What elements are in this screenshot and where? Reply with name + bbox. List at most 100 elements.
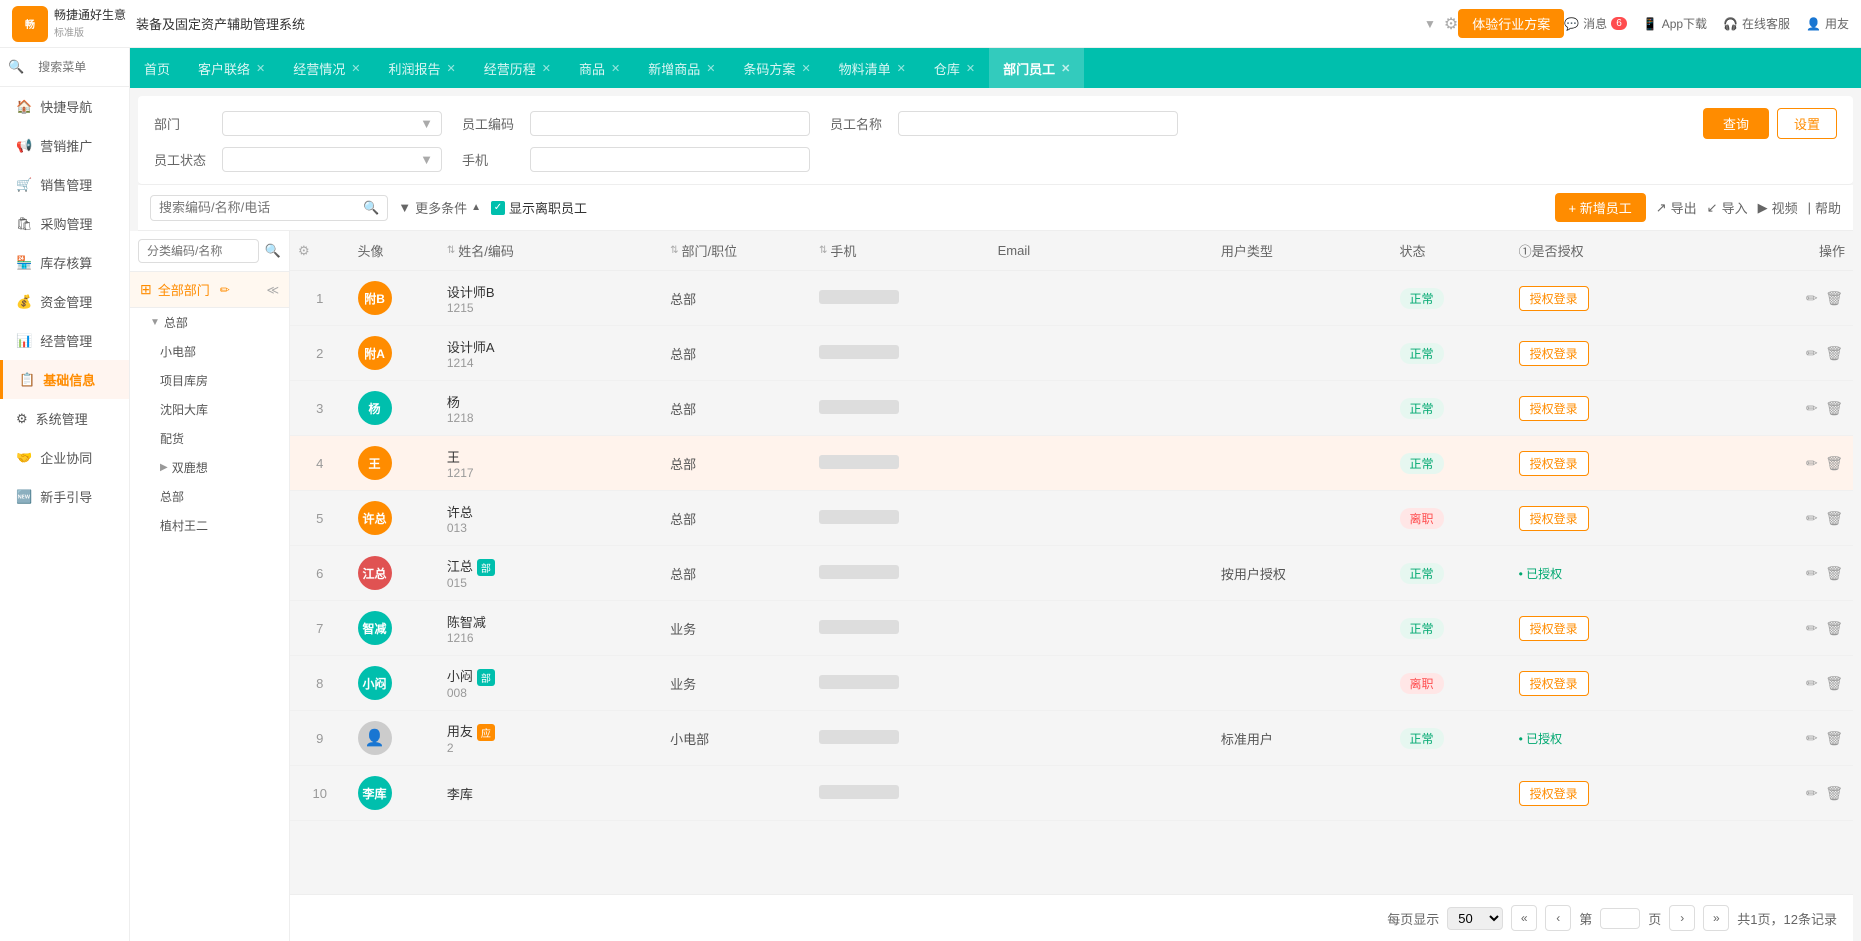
sidebar-item-operations[interactable]: 📊 经营管理 bbox=[0, 321, 129, 360]
tab-employees-close[interactable]: ✕ bbox=[1061, 62, 1070, 75]
dept-node-2[interactable]: 项目库房 bbox=[130, 366, 289, 395]
sidebar-item-collaboration[interactable]: 🤝 企业协同 bbox=[0, 438, 129, 477]
delete-button[interactable]: 🗑 bbox=[1825, 730, 1843, 746]
empname-input[interactable] bbox=[898, 111, 1178, 136]
delete-button[interactable]: 🗑 bbox=[1825, 565, 1843, 581]
auth-login-button[interactable]: 授权登录 bbox=[1519, 506, 1589, 531]
tab-add-goods[interactable]: 新增商品 ✕ bbox=[634, 48, 729, 88]
tab-warehouse[interactable]: 仓库 ✕ bbox=[920, 48, 989, 88]
delete-button[interactable]: 🗑 bbox=[1825, 785, 1843, 801]
sidebar-item-sales[interactable]: 🛒 销售管理 bbox=[0, 165, 129, 204]
dept-all-header[interactable]: ⊞ 全部部门 ✏ ≪ bbox=[130, 272, 289, 308]
tab-goods[interactable]: 商品 ✕ bbox=[565, 48, 634, 88]
dept-node-3[interactable]: 沈阳大库 bbox=[130, 395, 289, 424]
query-button[interactable]: 查询 bbox=[1703, 108, 1769, 139]
status-select[interactable]: ▼ bbox=[222, 147, 442, 172]
auth-login-button[interactable]: 授权登录 bbox=[1519, 341, 1589, 366]
user-button[interactable]: 👤 用友 bbox=[1806, 15, 1849, 32]
dept-node-6[interactable]: 总部 bbox=[130, 482, 289, 511]
more-filter-button[interactable]: ▼ 更多条件 ▲ bbox=[398, 198, 481, 217]
th-dept[interactable]: ⇅ 部门/职位 bbox=[662, 231, 811, 271]
edit-button[interactable]: ✏ bbox=[1806, 785, 1818, 801]
view-button[interactable]: ▶ 视频 bbox=[1758, 198, 1798, 217]
tab-operations-close[interactable]: ✕ bbox=[351, 62, 360, 75]
tab-customer-close[interactable]: ✕ bbox=[256, 62, 265, 75]
tab-barcode-close[interactable]: ✕ bbox=[801, 62, 810, 75]
dept-node-4[interactable]: 配货 bbox=[130, 424, 289, 453]
settings-icon[interactable]: ⚙ bbox=[1444, 14, 1458, 34]
phone-input[interactable] bbox=[530, 147, 810, 172]
delete-button[interactable]: 🗑 bbox=[1825, 675, 1843, 691]
tab-bom[interactable]: 物料清单 ✕ bbox=[825, 48, 920, 88]
edit-button[interactable]: ✏ bbox=[1806, 345, 1818, 361]
tab-profit-close[interactable]: ✕ bbox=[447, 62, 456, 75]
page-size-select[interactable]: 50 100 200 bbox=[1447, 907, 1503, 930]
sidebar-item-finance[interactable]: 💰 资金管理 bbox=[0, 282, 129, 321]
th-phone[interactable]: ⇅ 手机 bbox=[811, 231, 990, 271]
show-former-toggle[interactable]: ✓ 显示离职员工 bbox=[491, 198, 587, 217]
sidebar-item-quicknav[interactable]: 🏠 快捷导航 bbox=[0, 87, 129, 126]
experience-button[interactable]: 体验行业方案 bbox=[1458, 9, 1564, 38]
tab-goods-close[interactable]: ✕ bbox=[611, 62, 620, 75]
auth-login-button[interactable]: 授权登录 bbox=[1519, 671, 1589, 696]
delete-button[interactable]: 🗑 bbox=[1825, 290, 1843, 306]
help-button[interactable]: | 帮助 bbox=[1808, 198, 1841, 217]
delete-button[interactable]: 🗑 bbox=[1825, 455, 1843, 471]
edit-button[interactable]: ✏ bbox=[1806, 455, 1818, 471]
dept-node-5[interactable]: ▶ 双鹿想 bbox=[130, 453, 289, 482]
tab-bom-close[interactable]: ✕ bbox=[897, 62, 906, 75]
edit-button[interactable]: ✏ bbox=[1806, 730, 1818, 746]
dept-node-1[interactable]: 小电部 bbox=[130, 337, 289, 366]
tab-history[interactable]: 经营历程 ✕ bbox=[470, 48, 565, 88]
auth-login-button[interactable]: 授权登录 bbox=[1519, 396, 1589, 421]
sidebar-item-system[interactable]: ⚙ 系统管理 bbox=[0, 399, 129, 438]
sidebar-item-basicinfo[interactable]: 📋 基础信息 bbox=[0, 360, 129, 399]
delete-button[interactable]: 🗑 bbox=[1825, 620, 1843, 636]
edit-button[interactable]: ✏ bbox=[1806, 565, 1818, 581]
edit-button[interactable]: ✏ bbox=[1806, 400, 1818, 416]
auth-login-button[interactable]: 授权登录 bbox=[1519, 781, 1589, 806]
online-service-button[interactable]: 🎧 在线客服 bbox=[1723, 15, 1790, 32]
next-page-button[interactable]: › bbox=[1669, 905, 1695, 931]
tab-profit[interactable]: 利润报告 ✕ bbox=[374, 48, 469, 88]
dept-select[interactable]: ▼ bbox=[222, 111, 442, 136]
search-input[interactable] bbox=[159, 200, 359, 215]
tab-warehouse-close[interactable]: ✕ bbox=[966, 62, 975, 75]
empcode-input[interactable] bbox=[530, 111, 810, 136]
dept-node-0[interactable]: ▼ 总部 bbox=[130, 308, 289, 337]
dept-search-input[interactable] bbox=[138, 239, 259, 263]
tab-barcode[interactable]: 条码方案 ✕ bbox=[729, 48, 824, 88]
app-download-button[interactable]: 📱 App下载 bbox=[1643, 15, 1707, 32]
export-button[interactable]: ↗ 导出 bbox=[1656, 198, 1697, 217]
message-button[interactable]: 💬 消息 6 bbox=[1564, 15, 1627, 32]
auth-login-button[interactable]: 授权登录 bbox=[1519, 451, 1589, 476]
reset-button[interactable]: 设置 bbox=[1777, 108, 1837, 139]
column-settings-icon[interactable]: ⚙ bbox=[298, 243, 310, 258]
delete-button[interactable]: 🗑 bbox=[1825, 510, 1843, 526]
sidebar-search-input[interactable] bbox=[30, 56, 121, 78]
auth-login-button[interactable]: 授权登录 bbox=[1519, 286, 1589, 311]
tab-home[interactable]: 首页 bbox=[130, 48, 184, 88]
import-button[interactable]: ↙ 导入 bbox=[1707, 198, 1748, 217]
edit-button[interactable]: ✏ bbox=[1806, 675, 1818, 691]
add-employee-button[interactable]: + 新增员工 bbox=[1555, 193, 1646, 222]
system-title-dropdown-icon[interactable]: ▼ bbox=[1424, 17, 1436, 31]
tab-customer[interactable]: 客户联络 ✕ bbox=[184, 48, 279, 88]
auth-login-button[interactable]: 授权登录 bbox=[1519, 616, 1589, 641]
tab-history-close[interactable]: ✕ bbox=[542, 62, 551, 75]
th-name[interactable]: ⇅ 姓名/编码 bbox=[439, 231, 662, 271]
edit-button[interactable]: ✏ bbox=[1806, 620, 1818, 636]
prev-page-button[interactable]: ‹ bbox=[1545, 905, 1571, 931]
dept-collapse-icon[interactable]: ≪ bbox=[266, 283, 279, 297]
tab-operations[interactable]: 经营情况 ✕ bbox=[279, 48, 374, 88]
delete-button[interactable]: 🗑 bbox=[1825, 400, 1843, 416]
current-page-input[interactable]: 1 bbox=[1600, 908, 1640, 929]
search-icon[interactable]: 🔍 bbox=[363, 200, 379, 216]
delete-button[interactable]: 🗑 bbox=[1825, 345, 1843, 361]
first-page-button[interactable]: « bbox=[1511, 905, 1537, 931]
sidebar-item-guide[interactable]: 🆕 新手引导 bbox=[0, 477, 129, 516]
sidebar-item-marketing[interactable]: 📢 营销推广 bbox=[0, 126, 129, 165]
tab-add-goods-close[interactable]: ✕ bbox=[706, 62, 715, 75]
dept-node-7[interactable]: 植村王二 bbox=[130, 511, 289, 540]
tab-employees[interactable]: 部门员工 ✕ bbox=[989, 48, 1084, 88]
